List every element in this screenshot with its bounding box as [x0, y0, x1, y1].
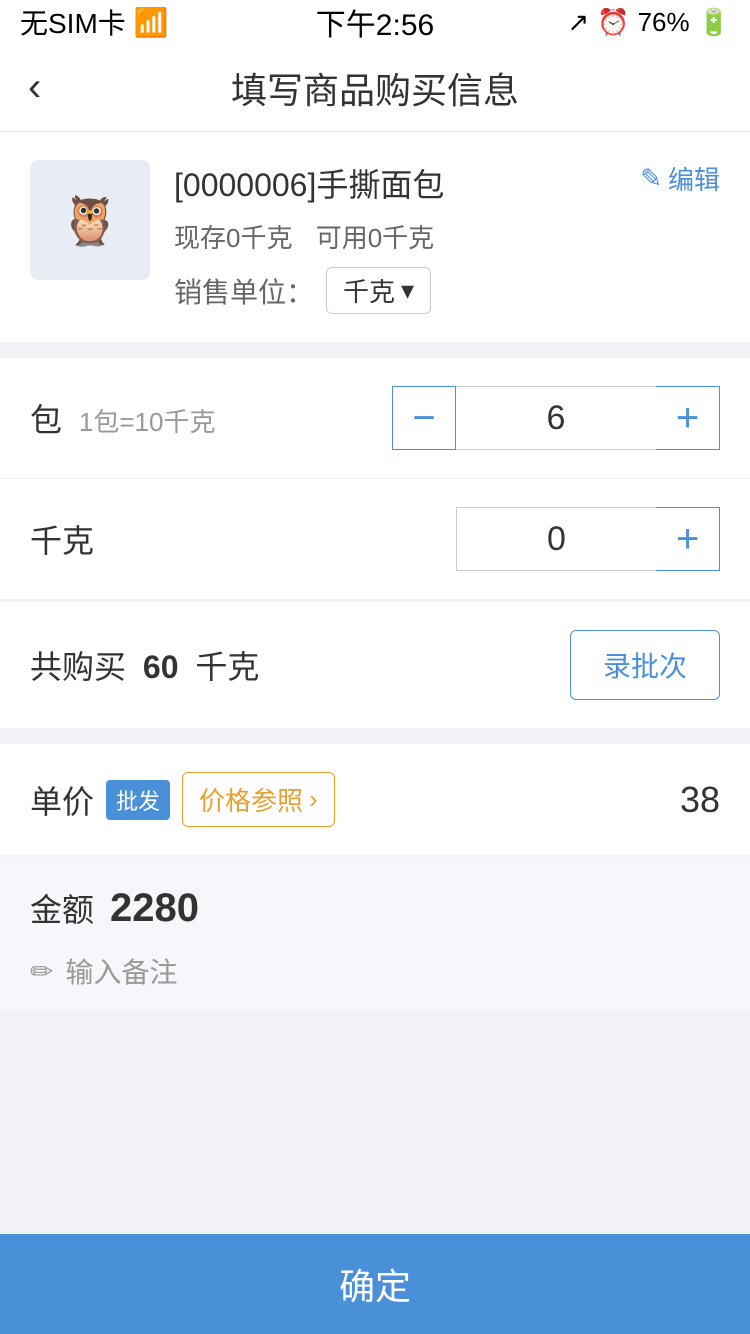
bao-hint: 1包=10千克: [79, 407, 216, 437]
price-label: 单价: [30, 777, 94, 823]
amount-label: 金额: [30, 885, 94, 931]
battery-icon: 🔋: [698, 7, 730, 38]
kg-input[interactable]: 0: [456, 507, 656, 571]
page-title: 填写商品购买信息: [231, 62, 519, 114]
product-image: 🦉: [30, 160, 150, 280]
stock-label: 现存0千克: [174, 223, 292, 253]
record-batch-button[interactable]: 录批次: [570, 630, 720, 700]
total-amount: 60: [143, 649, 179, 685]
price-ref-arrow-icon: ›: [309, 784, 318, 815]
quantity-row-bao: 包 1包=10千克 − 6 +: [0, 358, 750, 479]
kg-control: 0 +: [456, 507, 720, 571]
unit-select[interactable]: 千克 ▾: [326, 267, 431, 314]
bao-minus-button[interactable]: −: [392, 386, 456, 450]
product-card: 🦉 [0000006]手撕面包 现存0千克 可用0千克 销售单位： 千克 ▾ ✎…: [0, 132, 750, 342]
unit-prefix-label: 销售单位：: [174, 271, 314, 311]
price-ref-button[interactable]: 价格参照 ›: [182, 772, 335, 827]
batch-tag: 批发: [106, 780, 170, 820]
amount-section: 金额 2280 ✏ 输入备注: [0, 857, 750, 1011]
carrier-label: 无SIM卡: [20, 2, 126, 42]
product-unit-row: 销售单位： 千克 ▾: [174, 267, 720, 314]
pencil-icon: ✏: [30, 955, 53, 988]
total-text: 共购买 60 千克: [30, 642, 259, 688]
product-image-icon: 🦉: [60, 192, 120, 249]
confirm-button[interactable]: 确定: [0, 1234, 750, 1334]
dropdown-arrow-icon: ▾: [401, 275, 414, 306]
nav-bar: ‹ 填写商品购买信息: [0, 44, 750, 132]
product-info: [0000006]手撕面包 现存0千克 可用0千克 销售单位： 千克 ▾: [174, 160, 720, 314]
status-left: 无SIM卡 📶: [20, 2, 169, 42]
bao-plus-button[interactable]: +: [656, 386, 720, 450]
amount-row: 金额 2280: [30, 885, 720, 931]
bao-label: 包 1包=10千克: [30, 395, 392, 441]
kg-label: 千克: [30, 516, 456, 562]
status-right: ↗ ⏰ 76% 🔋: [567, 7, 730, 38]
back-button[interactable]: ‹: [28, 65, 41, 110]
product-stock: 现存0千克 可用0千克: [174, 218, 720, 255]
alarm-icon: ⏰: [597, 7, 629, 38]
total-row: 共购买 60 千克 录批次: [0, 602, 750, 728]
edit-icon: ✎: [640, 163, 662, 194]
quantity-section: 包 1包=10千克 − 6 + 千克 0 +: [0, 358, 750, 600]
remark-row[interactable]: ✏ 输入备注: [30, 951, 720, 991]
product-name: [0000006]手撕面包: [174, 160, 720, 206]
price-value: 38: [680, 779, 720, 821]
price-left: 单价 批发 价格参照 ›: [30, 772, 335, 827]
kg-plus-button[interactable]: +: [656, 507, 720, 571]
wifi-icon: 📶: [134, 6, 169, 39]
bao-control: − 6 +: [392, 386, 720, 450]
status-bar: 无SIM卡 📶 下午2:56 ↗ ⏰ 76% 🔋: [0, 0, 750, 44]
amount-value: 2280: [110, 886, 199, 931]
status-time: 下午2:56: [316, 0, 434, 44]
edit-button[interactable]: ✎ 编辑: [640, 160, 720, 197]
location-icon: ↗: [567, 7, 589, 38]
available-label: 可用0千克: [316, 223, 434, 253]
price-section: 单价 批发 价格参照 › 38: [0, 744, 750, 855]
remark-placeholder: 输入备注: [65, 951, 177, 991]
quantity-row-kg: 千克 0 +: [0, 479, 750, 600]
bao-input[interactable]: 6: [456, 386, 656, 450]
battery-label: 76%: [638, 7, 690, 38]
